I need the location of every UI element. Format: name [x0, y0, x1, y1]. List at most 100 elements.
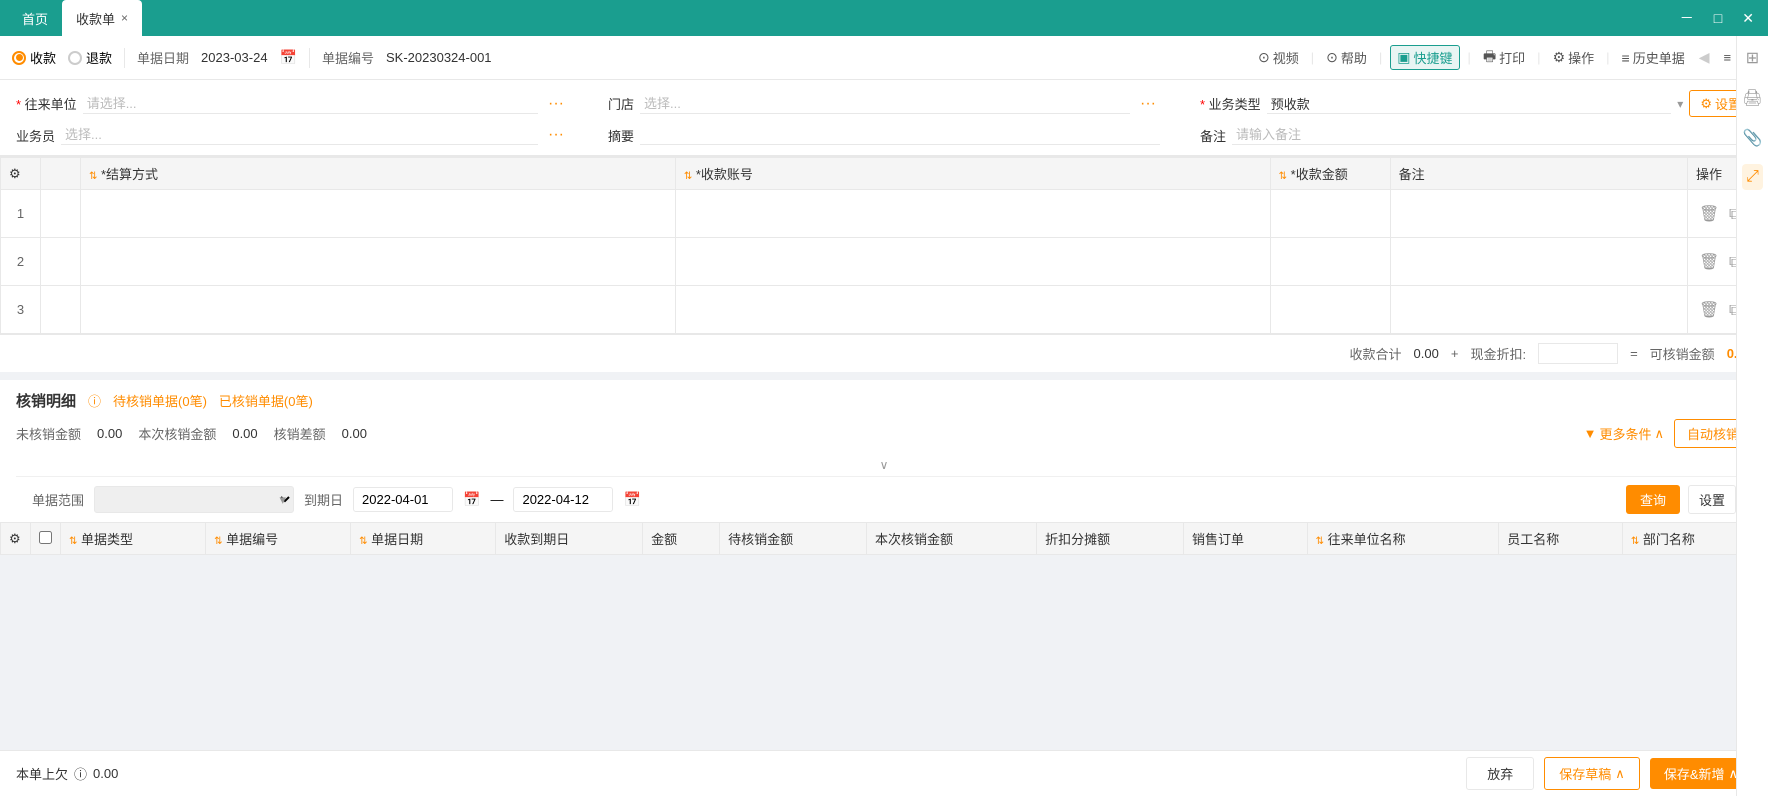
video-label: 视频: [1273, 48, 1299, 67]
running-total-info-icon[interactable]: ⓘ: [74, 764, 87, 783]
remark-field: 备注: [1200, 125, 1752, 145]
table-section: ⚙ ⇅ *结算方式 ⇅ *收款账号 ⇅ *收款金额 备注 操作 1: [0, 156, 1768, 334]
due-date-label: 到期日: [304, 490, 343, 509]
bottom-discount-col: 折扣分摊额: [1037, 523, 1184, 555]
pending-tab-link[interactable]: 待核销单据(0笔): [113, 391, 207, 410]
date-range-right: 查询 设置: [1626, 485, 1736, 514]
operation-action[interactable]: ⚙ 操作: [1549, 46, 1599, 69]
discount-input[interactable]: [1538, 343, 1618, 364]
radio-refund[interactable]: 退款: [68, 48, 112, 67]
sidebar-table-icon[interactable]: ⊞: [1742, 44, 1763, 72]
partner-input[interactable]: [83, 94, 538, 114]
save-draft-button[interactable]: 保存草稿 ∧: [1544, 757, 1640, 790]
row-2-num-extra: [41, 238, 81, 286]
history-label: 历史单据: [1633, 48, 1685, 67]
row-2-remark[interactable]: [1390, 238, 1687, 286]
video-action[interactable]: ⊙ 视频: [1254, 46, 1303, 69]
help-action[interactable]: ⊙ 帮助: [1322, 46, 1371, 69]
range-select[interactable]: [94, 486, 294, 513]
partner-more-btn[interactable]: ···: [544, 95, 568, 113]
store-label: 门店: [608, 94, 634, 113]
range-select-arrow-icon: ▾: [279, 492, 286, 508]
business-type-dropdown-icon[interactable]: ▾: [1677, 97, 1683, 111]
footer-right: 放弃 保存草稿 ∧ 保存&新增 ∧: [1466, 757, 1752, 790]
staff-input[interactable]: [61, 125, 538, 145]
start-date-input[interactable]: [353, 487, 453, 512]
staff-field: 业务员 ···: [16, 125, 568, 145]
diff-value: 0.00: [342, 426, 367, 441]
date-range-left: 单据范围 ▾ 到期日 📅 — 📅: [32, 486, 641, 513]
done-tab-link[interactable]: 已核销单据(0笔): [219, 391, 313, 410]
abandon-button[interactable]: 放弃: [1466, 757, 1534, 790]
table-row: 2 🗑 ⧉: [1, 238, 1768, 286]
summary-row: 收款合计 0.00 + 现金折扣: = 可核销金额 0.00: [0, 334, 1768, 372]
calendar-icon[interactable]: 📅: [280, 49, 297, 66]
minimize-button[interactable]: －: [1674, 6, 1700, 30]
hexiao-section: 核销明细 ⓘ 待核销单据(0笔) 已核销单据(0笔) 未核销金额 0.00 本次…: [0, 380, 1768, 522]
maximize-button[interactable]: □: [1708, 8, 1728, 28]
list-view-icon[interactable]: ≡: [1720, 48, 1736, 68]
sidebar-attach-icon[interactable]: 📎: [1739, 124, 1767, 152]
close-button[interactable]: ✕: [1736, 8, 1760, 29]
bottom-doc-type-col: ⇅ 单据类型: [61, 523, 206, 555]
business-type-input[interactable]: [1267, 94, 1672, 114]
row-1-amount[interactable]: [1270, 190, 1390, 238]
bottom-staff-col: 员工名称: [1499, 523, 1623, 555]
business-type-field: 业务类型 ▾ ⚙ 设置: [1200, 90, 1752, 117]
summary-field: 摘要: [608, 125, 1160, 145]
radio-receipt[interactable]: 收款: [12, 48, 56, 67]
sidebar-expand-icon[interactable]: ⤢: [1742, 164, 1763, 190]
footer-left: 本单上欠 ⓘ 0.00: [16, 764, 118, 783]
print-action[interactable]: 🖶 打印: [1479, 44, 1529, 72]
row-3-settlement[interactable]: [81, 286, 676, 334]
nav-arrows: ◀: [1697, 47, 1712, 68]
tab-current-label: 收款单: [76, 9, 115, 28]
section-separator: [0, 372, 1768, 380]
remark-input[interactable]: [1232, 125, 1752, 145]
tab-close-icon[interactable]: ×: [121, 11, 128, 25]
date-dash: —: [490, 492, 503, 507]
shortcut-icon: ▣: [1397, 49, 1410, 66]
running-total-value: 0.00: [93, 766, 118, 781]
select-all-checkbox[interactable]: [39, 531, 52, 544]
form-row-2: 业务员 ··· 摘要 备注: [16, 125, 1752, 145]
more-conditions-btn[interactable]: ▼ 更多条件 ∧: [1584, 424, 1664, 443]
print-icon: 🖶: [1483, 46, 1496, 70]
end-date-input[interactable]: [513, 487, 613, 512]
row-3-num: 3: [1, 286, 41, 334]
shortcut-action[interactable]: ▣ 快捷键: [1390, 45, 1459, 70]
print-label: 打印: [1499, 48, 1525, 67]
table-settings-col[interactable]: ⚙: [1, 158, 41, 190]
start-calendar-icon[interactable]: 📅: [463, 491, 480, 508]
end-calendar-icon[interactable]: 📅: [623, 491, 640, 508]
hexiao-info-icon[interactable]: ⓘ: [88, 391, 101, 410]
equal-label: =: [1630, 346, 1638, 361]
store-input[interactable]: [640, 94, 1130, 114]
summary-input[interactable]: [640, 125, 1160, 145]
staff-more-btn[interactable]: ···: [544, 126, 568, 144]
sidebar-print-icon[interactable]: 🖨: [1738, 84, 1766, 112]
tab-home[interactable]: 首页: [8, 0, 62, 36]
tab-bar-right: － □ ✕: [1674, 6, 1760, 30]
row-2-settlement[interactable]: [81, 238, 676, 286]
row-1-account[interactable]: [675, 190, 1270, 238]
row-1-delete-icon[interactable]: 🗑: [1696, 206, 1722, 223]
row-3-remark[interactable]: [1390, 286, 1687, 334]
query-button[interactable]: 查询: [1626, 485, 1680, 514]
settings-gear-bottom-icon[interactable]: ⚙: [9, 531, 21, 546]
store-more-btn[interactable]: ···: [1136, 95, 1160, 113]
tab-current[interactable]: 收款单 ×: [62, 0, 142, 36]
row-2-account[interactable]: [675, 238, 1270, 286]
row-2-delete-icon[interactable]: 🗑: [1696, 254, 1722, 271]
nav-left-icon[interactable]: ◀: [1697, 47, 1712, 68]
toolbar-divider-1: [124, 48, 125, 68]
row-3-account[interactable]: [675, 286, 1270, 334]
hexiao-settings-button[interactable]: 设置: [1688, 485, 1736, 514]
history-action[interactable]: ≡ 历史单据: [1618, 46, 1689, 69]
row-3-amount[interactable]: [1270, 286, 1390, 334]
row-2-amount[interactable]: [1270, 238, 1390, 286]
row-1-settlement[interactable]: [81, 190, 676, 238]
row-1-num-extra: [41, 190, 81, 238]
row-3-delete-icon[interactable]: 🗑: [1696, 302, 1722, 319]
row-1-remark[interactable]: [1390, 190, 1687, 238]
